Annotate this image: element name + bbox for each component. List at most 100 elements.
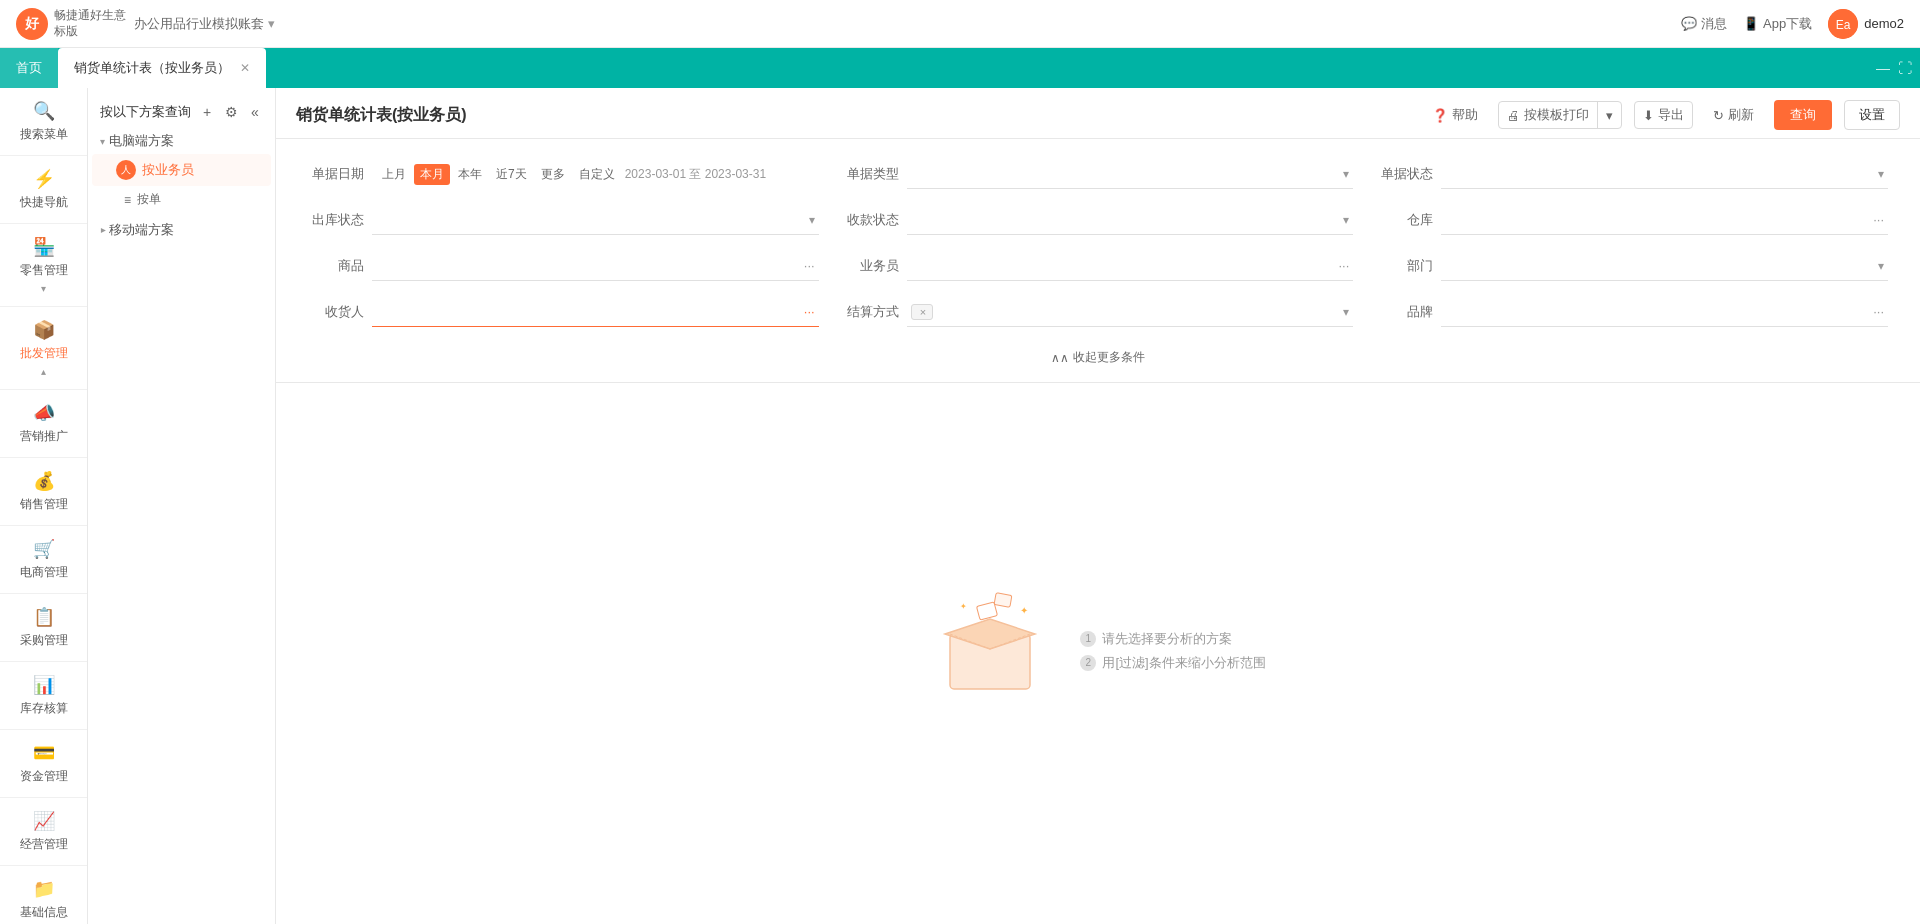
recv-status-select[interactable]: ▾	[907, 205, 1354, 235]
header-right: 💬 消息 📱 App下载 Ea demo2	[1681, 9, 1904, 39]
refresh-btn[interactable]: ↻ 刷新	[1705, 102, 1762, 128]
scheme-settings-btn[interactable]: ⚙	[221, 102, 241, 122]
status-select[interactable]: ▾	[1441, 159, 1888, 189]
print-chevron-icon: ▾	[1606, 108, 1613, 123]
scheme-staff-icon: 人	[116, 160, 136, 180]
status-filter-cell: 单据状态 ▾	[1365, 151, 1900, 197]
logo-text: 畅捷通好生意 标版	[54, 8, 126, 39]
filter-row-3: 商品 ··· 业务员 ··· 部门	[296, 243, 1900, 289]
empty-tip-2: 2 用[过滤]条件来缩小分析范围	[1080, 654, 1265, 672]
pc-group-header[interactable]: ▾ 电脑端方案	[92, 128, 271, 154]
tab-home[interactable]: 首页	[0, 48, 58, 88]
tab-close-icon[interactable]: ✕	[240, 61, 250, 75]
date-tab-last-month[interactable]: 上月	[376, 164, 412, 185]
dept-cell: 部门 ▾	[1365, 243, 1900, 289]
empty-tips: 1 请先选择要分析的方案 2 用[过滤]条件来缩小分析范围	[1080, 630, 1265, 678]
consignee-dots-icon: ···	[804, 304, 815, 319]
settlement-tag-close[interactable]: ×	[920, 306, 926, 318]
message-btn[interactable]: 💬 消息	[1681, 15, 1727, 33]
filter-row-4: 收货人 ··· 结算方式 ×	[296, 289, 1900, 335]
sidebar-item-purchase[interactable]: 📋 采购管理	[0, 594, 87, 662]
mobile-group-arrow: ▾	[97, 228, 108, 233]
date-tab-7days[interactable]: 近7天	[490, 164, 533, 185]
brand-dots-icon: ···	[1873, 304, 1884, 319]
tab-sales-stat[interactable]: 销货单统计表（按业务员） ✕	[58, 48, 266, 88]
out-status-cell: 出库状态 ▾	[296, 197, 831, 243]
settlement-select[interactable]: × ▾	[907, 297, 1354, 327]
sidebar-item-quick-nav[interactable]: ⚡ 快捷导航	[0, 156, 87, 224]
settlement-tag: ×	[911, 304, 933, 320]
sidebar-item-wholesale[interactable]: 📦 批发管理 ▴	[0, 307, 87, 390]
export-btn[interactable]: ⬇ 导出	[1634, 101, 1693, 129]
warehouse-dots-icon: ···	[1873, 212, 1884, 227]
staff-dots-icon: ···	[1338, 258, 1349, 273]
sidebar-item-basic[interactable]: 📁 基础信息	[0, 866, 87, 924]
print-btn[interactable]: 🖨 按模板打印	[1499, 102, 1598, 128]
scheme-item-by-order[interactable]: ≡ 按单	[92, 186, 271, 213]
date-tab-this-month[interactable]: 本月	[414, 164, 450, 185]
left-panel-header: 按以下方案查询 + ⚙ «	[88, 96, 275, 128]
tab-minimize-icon[interactable]: —	[1876, 60, 1890, 76]
sidebar-item-marketing[interactable]: 📣 营销推广	[0, 390, 87, 458]
svg-text:✦: ✦	[1020, 605, 1028, 616]
consignee-cell: 收货人 ···	[296, 289, 831, 335]
main-content: 销货单统计表(按业务员) ❓ 帮助 🖨 按模板打印 ▾	[276, 88, 1920, 924]
breadcrumb-arrow: ▾	[268, 16, 275, 31]
out-status-select[interactable]: ▾	[372, 205, 819, 235]
type-select[interactable]: ▾	[907, 159, 1354, 189]
dept-label: 部门	[1377, 257, 1433, 275]
warehouse-cell: 仓库 ···	[1365, 197, 1900, 243]
export-icon: ⬇	[1643, 108, 1654, 123]
filter-row-2: 出库状态 ▾ 收款状态 ▾ 仓库	[296, 197, 1900, 243]
goods-label: 商品	[308, 257, 364, 275]
brand-label: 品牌	[1377, 303, 1433, 321]
date-label: 单据日期	[308, 165, 364, 183]
sidebar-item-search-menu[interactable]: 🔍 搜索菜单	[0, 88, 87, 156]
tab-expand-icon[interactable]: ⛶	[1898, 60, 1912, 76]
username[interactable]: demo2	[1864, 16, 1904, 31]
goods-dots-icon: ···	[804, 258, 815, 273]
filter-area: 单据日期 上月 本月 本年 近7天 更多 自定义 2023-03-01 至 20…	[276, 139, 1920, 383]
mobile-group-header[interactable]: ▾ 移动端方案	[92, 217, 271, 243]
sidebar-item-ecommerce[interactable]: 🛒 电商管理	[0, 526, 87, 594]
empty-illustration: ✦ ✦	[930, 584, 1050, 704]
collapse-filter-btn[interactable]: ∧∧ 收起更多条件	[1039, 345, 1157, 370]
warehouse-select[interactable]: ···	[1441, 205, 1888, 235]
marketing-icon: 📣	[33, 402, 55, 424]
brand-select[interactable]: ···	[1441, 297, 1888, 327]
refresh-icon: ↻	[1713, 108, 1724, 123]
date-tab-custom[interactable]: 自定义	[573, 164, 621, 185]
settlement-chevron-icon: ▾	[1343, 305, 1349, 319]
left-panel-actions: + ⚙ «	[197, 102, 265, 122]
user-area[interactable]: Ea demo2	[1828, 9, 1904, 39]
help-btn[interactable]: ❓ 帮助	[1424, 102, 1486, 128]
scheme-item-by-staff[interactable]: 人 按业务员	[92, 154, 271, 186]
pc-group-arrow: ▾	[100, 136, 105, 147]
sidebar-item-inventory[interactable]: 📊 库存核算	[0, 662, 87, 730]
settings-btn[interactable]: 设置	[1844, 100, 1900, 130]
wholesale-arrow-icon: ▴	[41, 366, 46, 377]
sidebar-item-operation[interactable]: 📈 经营管理	[0, 798, 87, 866]
dept-select[interactable]: ▾	[1441, 251, 1888, 281]
sidebar-item-finance[interactable]: 💳 资金管理	[0, 730, 87, 798]
empty-tip-1: 1 请先选择要分析的方案	[1080, 630, 1265, 648]
app-download-btn[interactable]: 📱 App下载	[1743, 15, 1812, 33]
recv-status-chevron-icon: ▾	[1343, 213, 1349, 227]
date-tab-more[interactable]: 更多	[535, 164, 571, 185]
pc-scheme-group: ▾ 电脑端方案 人 按业务员 ≡ 按单	[88, 128, 275, 213]
date-filter-cell: 单据日期 上月 本月 本年 近7天 更多 自定义 2023-03-01 至 20…	[296, 151, 831, 197]
svg-rect-6	[994, 592, 1012, 607]
collapse-panel-btn[interactable]: «	[245, 102, 265, 122]
sidebar-item-sales[interactable]: 💰 销售管理	[0, 458, 87, 526]
query-btn[interactable]: 查询	[1774, 100, 1832, 130]
goods-select[interactable]: ···	[372, 251, 819, 281]
print-arrow-btn[interactable]: ▾	[1598, 102, 1621, 128]
print-icon: 🖨	[1507, 108, 1520, 123]
sidebar-item-retail[interactable]: 🏪 零售管理 ▾	[0, 224, 87, 307]
date-tab-this-year[interactable]: 本年	[452, 164, 488, 185]
consignee-select[interactable]: ···	[372, 297, 819, 327]
svg-rect-5	[977, 601, 998, 619]
wholesale-icon: 📦	[33, 319, 55, 341]
staff-select[interactable]: ···	[907, 251, 1354, 281]
add-scheme-btn[interactable]: +	[197, 102, 217, 122]
